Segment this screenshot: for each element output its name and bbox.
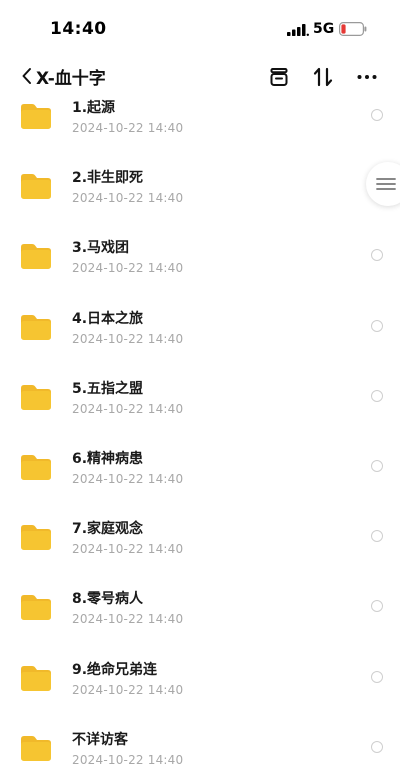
- item-name: 5.五指之盟: [72, 380, 144, 397]
- menu-icon: [376, 178, 396, 190]
- item-name: 3.马戏团: [72, 240, 130, 257]
- item-date: 2024-10-22 14:40: [72, 121, 184, 135]
- list-item[interactable]: 7.家庭观念 2024-10-22 14:40: [0, 513, 400, 583]
- battery-icon: [339, 22, 367, 36]
- archive-button[interactable]: [264, 63, 294, 91]
- list-item[interactable]: 4.日本之旅 2024-10-22 14:40: [0, 303, 400, 373]
- folder-icon: [21, 665, 51, 691]
- sort-button[interactable]: [308, 63, 338, 91]
- sort-icon: [313, 67, 333, 87]
- status-time: 14:40: [50, 19, 107, 39]
- list-item[interactable]: 5.五指之盟 2024-10-22 14:40: [0, 373, 400, 443]
- list-item[interactable]: 2.非生即死 2024-10-22 14:40: [0, 162, 400, 232]
- item-name: 不详访客: [72, 731, 128, 748]
- cellular-signal-icon: [287, 24, 309, 36]
- select-radio[interactable]: [371, 740, 383, 753]
- select-radio[interactable]: [371, 459, 383, 472]
- list-item[interactable]: 不详访客 2024-10-22 14:40: [0, 724, 400, 780]
- select-radio[interactable]: [371, 389, 383, 402]
- back-button[interactable]: X-血十字: [20, 63, 106, 89]
- select-radio[interactable]: [371, 109, 383, 121]
- select-radio[interactable]: [371, 319, 383, 332]
- folder-icon: [21, 595, 51, 621]
- item-date: 2024-10-22 14:40: [72, 612, 184, 627]
- folder-icon: [21, 174, 51, 200]
- folder-icon: [21, 525, 51, 551]
- item-name: 4.日本之旅: [72, 310, 144, 327]
- list-item[interactable]: 9.绝命兄弟连 2024-10-22 14:40: [0, 654, 400, 724]
- item-date: 2024-10-22 14:40: [72, 682, 184, 697]
- list-item[interactable]: 1.起源 2024-10-22 14:40: [0, 92, 400, 162]
- folder-icon: [21, 735, 51, 761]
- item-date: 2024-10-22 14:40: [72, 191, 184, 206]
- folder-icon: [21, 384, 51, 410]
- archive-icon: [270, 68, 288, 86]
- file-list: 1.起源 2024-10-22 14:40 2.非生即死 2024-10-22 …: [0, 92, 400, 780]
- folder-icon: [21, 244, 51, 270]
- item-name: 7.家庭观念: [72, 521, 144, 538]
- item-name: 1.起源: [72, 100, 116, 116]
- list-item[interactable]: 8.零号病人 2024-10-22 14:40: [0, 583, 400, 653]
- list-item[interactable]: 3.马戏团 2024-10-22 14:40: [0, 232, 400, 302]
- select-radio[interactable]: [371, 249, 383, 262]
- file-list-screen: 14:40 5G X-血十字 1.起源 2024-10-22 14:40 2.非…: [0, 0, 400, 780]
- item-name: 8.零号病人: [72, 591, 144, 608]
- folder-icon: [21, 104, 51, 129]
- item-name: 6.精神病患: [72, 450, 144, 467]
- chevron-left-icon: [22, 68, 31, 84]
- nav-actions: [250, 63, 382, 91]
- folder-icon: [21, 314, 51, 340]
- more-button[interactable]: [352, 63, 382, 91]
- list-item[interactable]: 6.精神病患 2024-10-22 14:40: [0, 443, 400, 513]
- select-radio[interactable]: [371, 670, 383, 683]
- item-name: 9.绝命兄弟连: [72, 661, 158, 678]
- more-icon: [357, 75, 377, 79]
- item-date: 2024-10-22 14:40: [72, 542, 184, 557]
- item-name: 2.非生即死: [72, 170, 144, 187]
- item-date: 2024-10-22 14:40: [72, 752, 184, 767]
- item-date: 2024-10-22 14:40: [72, 331, 184, 346]
- page-title: X-血十字: [36, 68, 106, 89]
- item-date: 2024-10-22 14:40: [72, 401, 184, 416]
- select-radio[interactable]: [371, 530, 383, 543]
- item-date: 2024-10-22 14:40: [72, 261, 184, 276]
- network-type: 5G: [313, 21, 335, 37]
- item-date: 2024-10-22 14:40: [72, 471, 184, 486]
- folder-icon: [21, 454, 51, 480]
- status-bar: 14:40 5G: [0, 0, 400, 56]
- select-radio[interactable]: [371, 600, 383, 613]
